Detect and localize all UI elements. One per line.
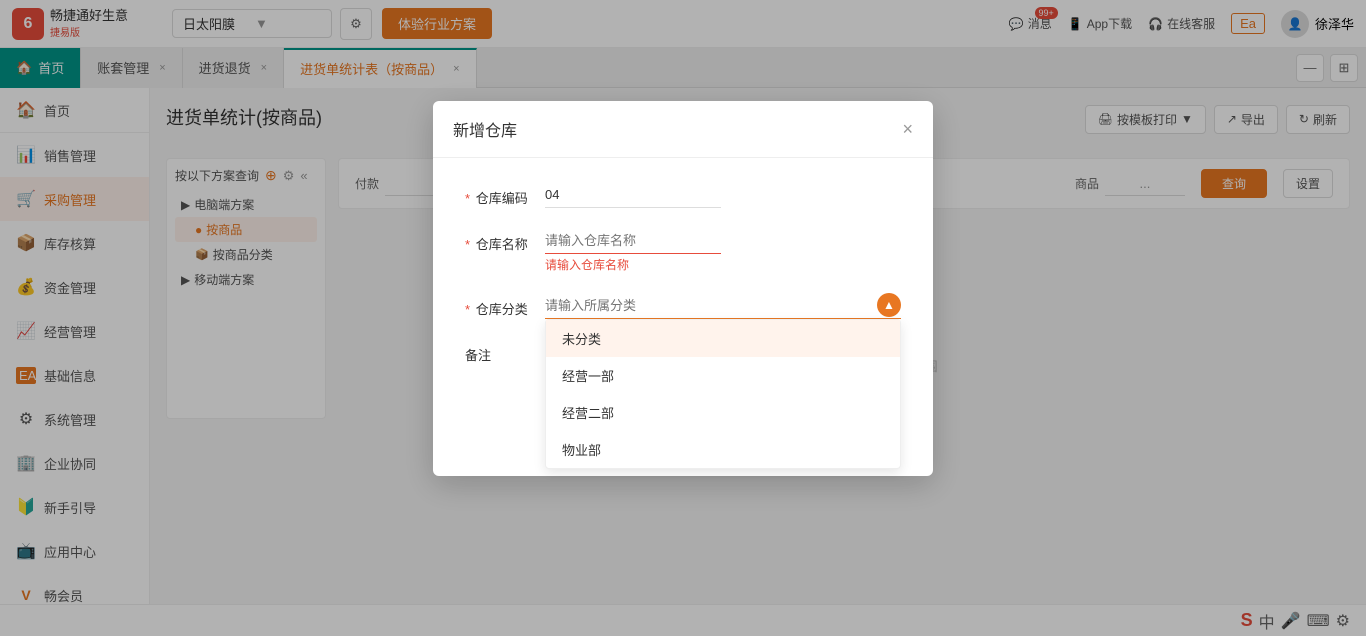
form-category-field: ▲ 未分类 经营一部 经营二部 物业部 <box>545 293 901 319</box>
modal-close-button[interactable]: × <box>902 120 913 138</box>
form-row-name: * 仓库名称 请输入仓库名称 <box>465 228 901 273</box>
dropdown-option-uncategorized[interactable]: 未分类 <box>546 320 900 357</box>
form-row-category: * 仓库分类 ▲ 未分类 经营一部 经营二部 物业部 <box>465 293 901 319</box>
category-dropdown-list: 未分类 经营一部 经营二部 物业部 <box>545 319 901 469</box>
name-error-msg: 请输入仓库名称 <box>545 256 901 273</box>
form-remark-label: 备注 <box>465 339 545 364</box>
form-code-label: * 仓库编码 <box>465 182 545 207</box>
form-name-label: * 仓库名称 <box>465 228 545 253</box>
name-input[interactable] <box>545 228 721 254</box>
modal-body: * 仓库编码 * 仓库名称 请输入仓库名称 <box>433 158 933 409</box>
form-row-code: * 仓库编码 <box>465 182 901 208</box>
form-code-field <box>545 182 901 208</box>
dropdown-option-dept2[interactable]: 经营二部 <box>546 394 900 431</box>
category-input[interactable] <box>545 293 877 318</box>
form-category-label: * 仓库分类 <box>465 293 545 318</box>
dropdown-option-dept3[interactable]: 物业部 <box>546 431 900 468</box>
modal-title: 新增仓库 <box>453 117 517 141</box>
category-dropdown-trigger[interactable]: ▲ <box>545 293 901 319</box>
new-warehouse-modal: 新增仓库 × * 仓库编码 * 仓库名称 <box>433 101 933 476</box>
dropdown-option-dept1[interactable]: 经营一部 <box>546 357 900 394</box>
code-input[interactable] <box>545 182 721 208</box>
modal-header: 新增仓库 × <box>433 101 933 158</box>
form-name-field: 请输入仓库名称 <box>545 228 901 273</box>
modal-backdrop[interactable]: 新增仓库 × * 仓库编码 * 仓库名称 <box>0 0 1366 636</box>
chevron-up-icon: ▲ <box>877 293 901 317</box>
